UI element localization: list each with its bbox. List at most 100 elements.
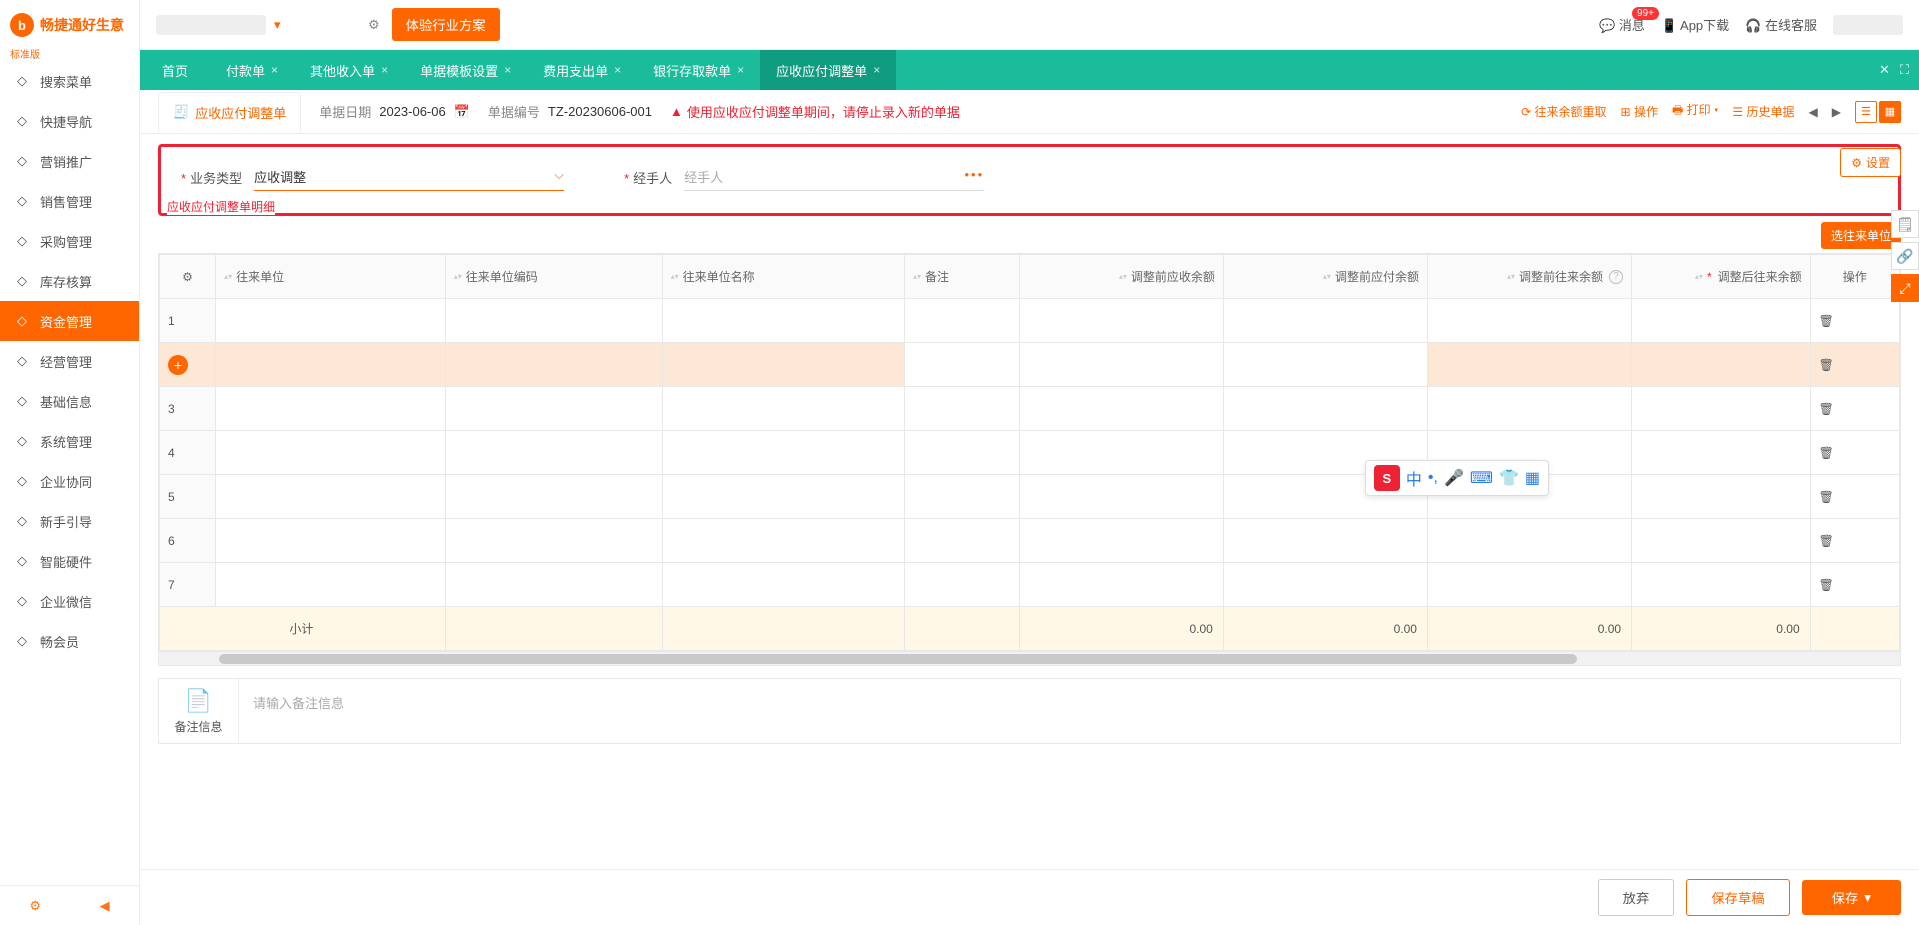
save-draft-button[interactable]: 保存草稿 [1686,879,1789,916]
table-row[interactable]: 7🗑 [160,563,1900,607]
handler-picker-icon[interactable]: ••• [965,167,985,186]
cell[interactable] [662,519,904,563]
cell[interactable] [445,387,662,431]
close-icon[interactable]: × [504,63,511,77]
handler-input[interactable]: 经手人 ••• [684,163,984,191]
cell[interactable] [216,431,446,475]
delete-row-icon[interactable]: 🗑 [1810,387,1899,431]
rail-attach-icon[interactable]: 🔗 [1891,242,1919,270]
cell[interactable] [904,519,1019,563]
tab-银行存取款单[interactable]: 银行存取款单× [637,50,760,90]
doc-date-value[interactable]: 2023-06-06 [379,104,446,119]
close-all-tabs-icon[interactable]: ✕ [1879,62,1890,78]
cell[interactable] [1632,475,1811,519]
close-icon[interactable]: × [614,63,621,77]
cell[interactable] [216,299,446,343]
pick-unit-button[interactable]: 选往来单位 [1821,222,1901,249]
fullscreen-icon[interactable]: ⛶ [1900,62,1909,78]
cell[interactable] [1019,431,1223,475]
cell[interactable] [1019,387,1223,431]
print-link[interactable]: 🖶 打印 ▾ [1672,101,1718,122]
table-row[interactable]: 5🗑 [160,475,1900,519]
business-type-select[interactable]: 应收调整 ⌵ [254,163,564,191]
close-icon[interactable]: × [381,63,388,77]
list-view-icon[interactable]: ☰ [1855,101,1877,123]
cell[interactable] [1632,563,1811,607]
sidebar-item-home[interactable]: ◇快捷导航 [0,101,139,141]
ime-toolbox-icon[interactable]: ▦ [1525,468,1540,488]
sidebar-item-org[interactable]: ◇企业协同 [0,461,139,501]
close-icon[interactable]: × [271,63,278,77]
delete-row-icon[interactable]: 🗑 [1810,431,1899,475]
rail-expand-icon[interactable]: ⤢ [1891,274,1919,302]
cell[interactable] [662,387,904,431]
save-button[interactable]: 保存 ▾ [1802,880,1901,915]
sidebar-item-db[interactable]: ◇基础信息 [0,381,139,421]
operations-link[interactable]: ⊞ 操作 [1621,103,1658,120]
cell[interactable] [445,343,662,387]
cell[interactable] [1223,387,1427,431]
customer-service-link[interactable]: 🎧 在线客服 [1745,15,1817,34]
add-row-icon[interactable]: + [168,355,188,375]
sidebar-item-wx[interactable]: ◇企业微信 [0,581,139,621]
cell[interactable] [1632,387,1811,431]
settings-button[interactable]: ⚙ 设置 [1840,148,1901,177]
cell[interactable] [904,475,1019,519]
cell[interactable] [904,431,1019,475]
cell[interactable] [1427,387,1631,431]
cell[interactable] [445,519,662,563]
cell[interactable] [445,431,662,475]
cell[interactable] [1019,519,1223,563]
cell[interactable] [1019,563,1223,607]
col-unit[interactable]: ▴▾往来单位 [216,255,446,299]
tab-付款单[interactable]: 付款单× [210,50,294,90]
calendar-icon[interactable]: 📅 [454,104,470,120]
cell[interactable] [662,299,904,343]
cell[interactable] [662,343,904,387]
sidebar-item-search[interactable]: ◇搜索菜单 [0,61,139,101]
cell[interactable] [1019,299,1223,343]
settings-icon[interactable]: ⚙ [29,898,41,914]
table-row[interactable]: 4🗑 [160,431,1900,475]
app-download-link[interactable]: 📱 App下载 [1661,15,1729,34]
close-icon[interactable]: × [737,63,744,77]
help-icon[interactable]: ? [1609,270,1623,284]
rail-note-icon[interactable]: 🗒 [1891,210,1919,238]
col-remark[interactable]: ▴▾备注 [904,255,1019,299]
next-doc-icon[interactable]: ▶ [1832,105,1841,119]
tab-单据模板设置[interactable]: 单据模板设置× [404,50,527,90]
cell[interactable] [1427,519,1631,563]
delete-row-icon[interactable]: 🗑 [1810,343,1899,387]
table-row[interactable]: 1🗑 [160,299,1900,343]
cell[interactable] [216,343,446,387]
col-config[interactable]: ⚙ [160,255,216,299]
delete-row-icon[interactable]: 🗑 [1810,475,1899,519]
user-avatar-redacted[interactable] [1833,15,1903,35]
cell[interactable] [662,563,904,607]
history-link[interactable]: ☰ 历史单据 [1732,103,1794,120]
tab-其他收入单[interactable]: 其他收入单× [294,50,404,90]
cell[interactable] [1223,343,1427,387]
cell[interactable] [904,299,1019,343]
messages-link[interactable]: 💬 消息 [1599,15,1645,34]
cell[interactable] [216,563,446,607]
sidebar-item-chart[interactable]: ◇经营管理 [0,341,139,381]
sidebar-item-cog[interactable]: ◇系统管理 [0,421,139,461]
sidebar-item-hw[interactable]: ◇智能硬件 [0,541,139,581]
col-after[interactable]: ▴▾*调整后往来余额 [1632,255,1811,299]
cell[interactable] [1223,299,1427,343]
cell[interactable] [1632,299,1811,343]
sidebar-item-vip[interactable]: ◇畅会员 [0,621,139,661]
table-row[interactable]: +🗑 [160,343,1900,387]
sidebar-item-gift[interactable]: ◇营销推广 [0,141,139,181]
cell[interactable] [1019,475,1223,519]
trial-button[interactable]: 体验行业方案 [392,8,500,41]
cell[interactable] [904,343,1019,387]
ime-skin-icon[interactable]: 👕 [1499,468,1519,488]
sidebar-item-bag[interactable]: ◇采购管理 [0,221,139,261]
ime-toolbar[interactable]: S 中 •, 🎤 ⌨ 👕 ▦ [1365,460,1549,496]
prev-doc-icon[interactable]: ◀ [1809,105,1818,119]
cell[interactable] [1019,343,1223,387]
col-bal[interactable]: ▴▾调整前往来余额? [1427,255,1631,299]
cell[interactable] [1223,563,1427,607]
